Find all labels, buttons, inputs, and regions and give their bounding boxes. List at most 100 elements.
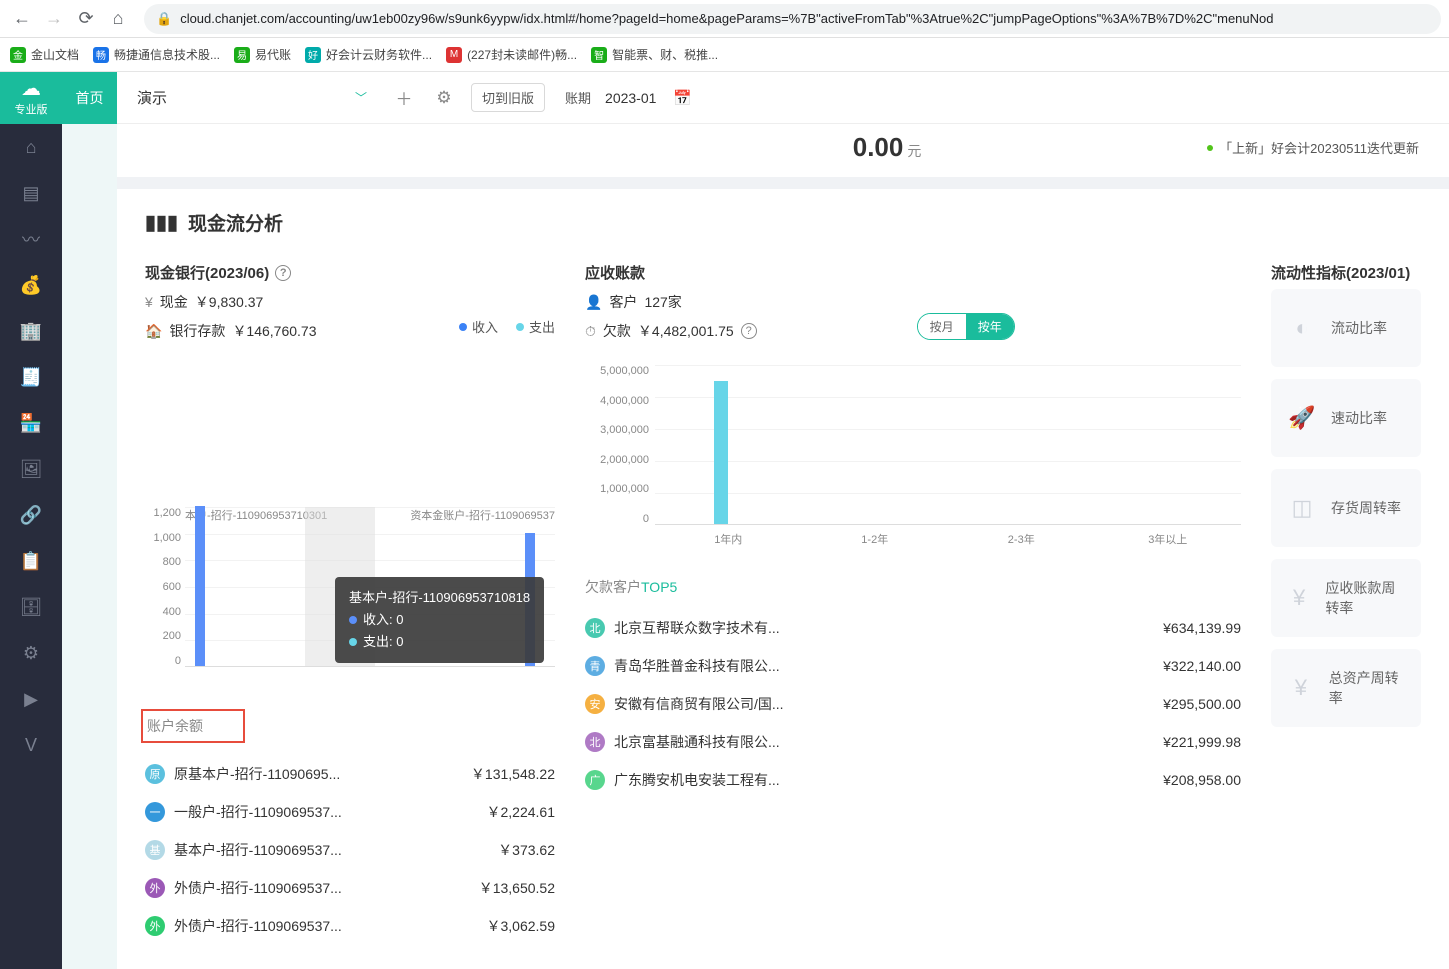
metric-cards: ◐流动比率 🚀速动比率 ◫存货周转率 ¥应收账款周转率 ¥总资产周转率	[1271, 289, 1421, 727]
account-badge-icon: 基	[145, 840, 165, 860]
account-badge-icon: 外	[145, 878, 165, 898]
debtor-badge-icon: 青	[585, 656, 605, 676]
top-toolbar: 演示 ﹀ ＋ ⚙ 切到旧版 账期 2023-01 📅	[117, 72, 1449, 124]
cashflow-bank-column: 现金银行(2023/06) ? ¥ 现金 ￥9,830.37 🏠 银行存款	[145, 262, 555, 945]
reload-button[interactable]: ⟳	[72, 5, 100, 33]
debtor-row[interactable]: 广广东腾安机电安装工程有...¥208,958.00	[585, 761, 1241, 799]
bookmark-item[interactable]: M(227封未读邮件)畅...	[446, 46, 577, 63]
bar-income	[195, 506, 205, 666]
add-button[interactable]: ＋	[391, 85, 417, 111]
ar-y-axis: 5,000,0004,000,0003,000,0002,000,0001,00…	[585, 365, 649, 525]
cash-stat: ¥ 现金 ￥9,830.37	[145, 292, 555, 312]
bank-icon: 🏠	[145, 323, 162, 340]
client-stat: 👤 客户 127家	[585, 292, 1241, 312]
metric-card-inventory-turnover[interactable]: ◫存货周转率	[1271, 469, 1421, 547]
debtor-badge-icon: 广	[585, 770, 605, 790]
debtor-badge-icon: 安	[585, 694, 605, 714]
bank-bar-chart[interactable]: 1,2001,0008006004002000	[185, 507, 555, 687]
settings-button[interactable]: ⚙	[431, 85, 457, 111]
nav-archive-icon[interactable]: 🗄	[0, 584, 62, 630]
back-button[interactable]: ←	[8, 5, 36, 33]
toggle-month[interactable]: 按月	[918, 314, 966, 339]
main-area: 演示 ﹀ ＋ ⚙ 切到旧版 账期 2023-01 📅 0.00元 「上新」好会计…	[117, 72, 1449, 969]
metric-card-current-ratio[interactable]: ◐流动比率	[1271, 289, 1421, 367]
debtor-row[interactable]: 青青岛华胜普金科技有限公...¥322,140.00	[585, 647, 1241, 685]
nav-v-icon[interactable]: V	[0, 722, 62, 768]
top5-title: 欠款客户TOP5	[585, 577, 1241, 597]
chart-legend: 收入 支出	[459, 317, 555, 336]
debtor-row[interactable]: 北北京互帮联众数字技术有...¥634,139.99	[585, 609, 1241, 647]
status-dot-icon	[1207, 145, 1213, 151]
lock-icon: 🔒	[156, 11, 172, 27]
ar-bar	[714, 381, 728, 524]
period-label: 账期	[565, 88, 591, 107]
bookmark-item[interactable]: 畅畅捷通信息技术股...	[93, 46, 220, 63]
account-badge-icon: 原	[145, 764, 165, 784]
nav-image-icon[interactable]: 🖼	[0, 446, 62, 492]
account-row[interactable]: 外外债户-招行-1109069537...￥13,650.52	[145, 869, 555, 907]
nav-receipt-icon[interactable]: 🧾	[0, 354, 62, 400]
bookmark-icon: 畅	[93, 47, 109, 63]
debtor-row[interactable]: 安安徽有信商贸有限公司/国...¥295,500.00	[585, 685, 1241, 723]
account-row[interactable]: 原原基本户-招行-11090695...￥131,548.22	[145, 755, 555, 793]
bar-chart-icon: ▮▮▮	[145, 210, 178, 235]
toggle-year[interactable]: 按年	[966, 314, 1014, 339]
debt-stat: ⏱ 欠款 ￥4,482,001.75 ?	[585, 321, 757, 341]
sub-nav: 首页	[62, 72, 117, 969]
debtor-row[interactable]: 北北京富基融通科技有限公...¥221,999.98	[585, 723, 1241, 761]
nav-clipboard-icon[interactable]: 📋	[0, 538, 62, 584]
account-row[interactable]: 外外债户-招行-1109069537...￥3,062.59	[145, 907, 555, 945]
logo-text: 专业版	[15, 101, 48, 117]
org-name: 演示	[137, 87, 167, 108]
ar-section-title: 应收账款	[585, 262, 1241, 283]
nav-link-icon[interactable]: 🔗	[0, 492, 62, 538]
news-item[interactable]: 「上新」好会计20230511迭代更新	[1207, 138, 1419, 157]
cashflow-panel: ▮▮▮ 现金流分析 现金银行(2023/06) ? ¥ 现金 ￥	[117, 189, 1449, 969]
user-icon: 👤	[585, 294, 602, 311]
cloud-icon: ☁	[21, 79, 41, 99]
content-scroll[interactable]: 0.00元 「上新」好会计20230511迭代更新 ▮▮▮ 现金流分析	[117, 124, 1449, 969]
account-row[interactable]: 基基本户-招行-1109069537...￥373.62	[145, 831, 555, 869]
y-axis: 1,2001,0008006004002000	[145, 507, 181, 667]
nav-video-icon[interactable]: ▶	[0, 676, 62, 722]
sub-nav-home[interactable]: 首页	[62, 72, 117, 124]
ar-x-labels: 1年内 1-2年 2-3年 3年以上	[655, 531, 1241, 547]
bookmark-item[interactable]: 好好会计云财务软件...	[305, 46, 432, 63]
bookmark-item[interactable]: 易易代账	[234, 46, 291, 63]
cycle-icon: ¥	[1285, 671, 1317, 705]
nav-store-icon[interactable]: 🏪	[0, 400, 62, 446]
rocket-icon: 🚀	[1285, 401, 1319, 435]
nav-settings-icon[interactable]: ⚙	[0, 630, 62, 676]
bookmark-item[interactable]: 金金山文档	[10, 46, 79, 63]
metrics-column: 流动性指标(2023/01) ◐流动比率 🚀速动比率 ◫存货周转率 ¥应收账款周…	[1271, 262, 1421, 945]
bookmark-icon: 易	[234, 47, 250, 63]
nav-home-icon[interactable]: ⌂	[0, 124, 62, 170]
org-select[interactable]: 演示 ﹀	[137, 82, 377, 114]
metric-card-ar-turnover[interactable]: ¥应收账款周转率	[1271, 559, 1421, 637]
legend-dot-icon	[459, 323, 467, 331]
period-toggle: 按月 按年	[917, 313, 1015, 340]
old-version-button[interactable]: 切到旧版	[471, 83, 545, 112]
cube-icon: ◫	[1285, 491, 1319, 525]
chart-tooltip: 基本户-招行-110906953710818 收入: 0 支出: 0	[335, 577, 544, 663]
help-icon[interactable]: ?	[741, 323, 757, 339]
account-row[interactable]: 一一般户-招行-1109069537...￥2,224.61	[145, 793, 555, 831]
nav-doc-icon[interactable]: ▤	[0, 170, 62, 216]
cashflow-body: 现金银行(2023/06) ? ¥ 现金 ￥9,830.37 🏠 银行存款	[145, 262, 1421, 945]
nav-chart-icon[interactable]: 〰	[0, 216, 62, 262]
account-balance-list: 原原基本户-招行-11090695...￥131,548.22 一一般户-招行-…	[145, 755, 555, 945]
address-bar[interactable]: 🔒 cloud.chanjet.com/accounting/uw1eb00zy…	[144, 4, 1441, 34]
metric-card-quick-ratio[interactable]: 🚀速动比率	[1271, 379, 1421, 457]
ar-bar-chart[interactable]: 5,000,0004,000,0003,000,0002,000,0001,00…	[655, 365, 1241, 545]
bank-section-title: 现金银行(2023/06) ?	[145, 262, 555, 283]
calendar-icon[interactable]: 📅	[673, 89, 692, 107]
forward-button[interactable]: →	[40, 5, 68, 33]
help-icon[interactable]: ?	[275, 265, 291, 281]
bookmark-item[interactable]: 智智能票、财、税推...	[591, 46, 718, 63]
nav-money-icon[interactable]: 💰	[0, 262, 62, 308]
home-button[interactable]: ⌂	[104, 5, 132, 33]
bookmark-icon: 智	[591, 47, 607, 63]
metric-card-asset-turnover[interactable]: ¥总资产周转率	[1271, 649, 1421, 727]
nav-building-icon[interactable]: 🏢	[0, 308, 62, 354]
app-logo[interactable]: ☁ 专业版	[0, 72, 62, 124]
